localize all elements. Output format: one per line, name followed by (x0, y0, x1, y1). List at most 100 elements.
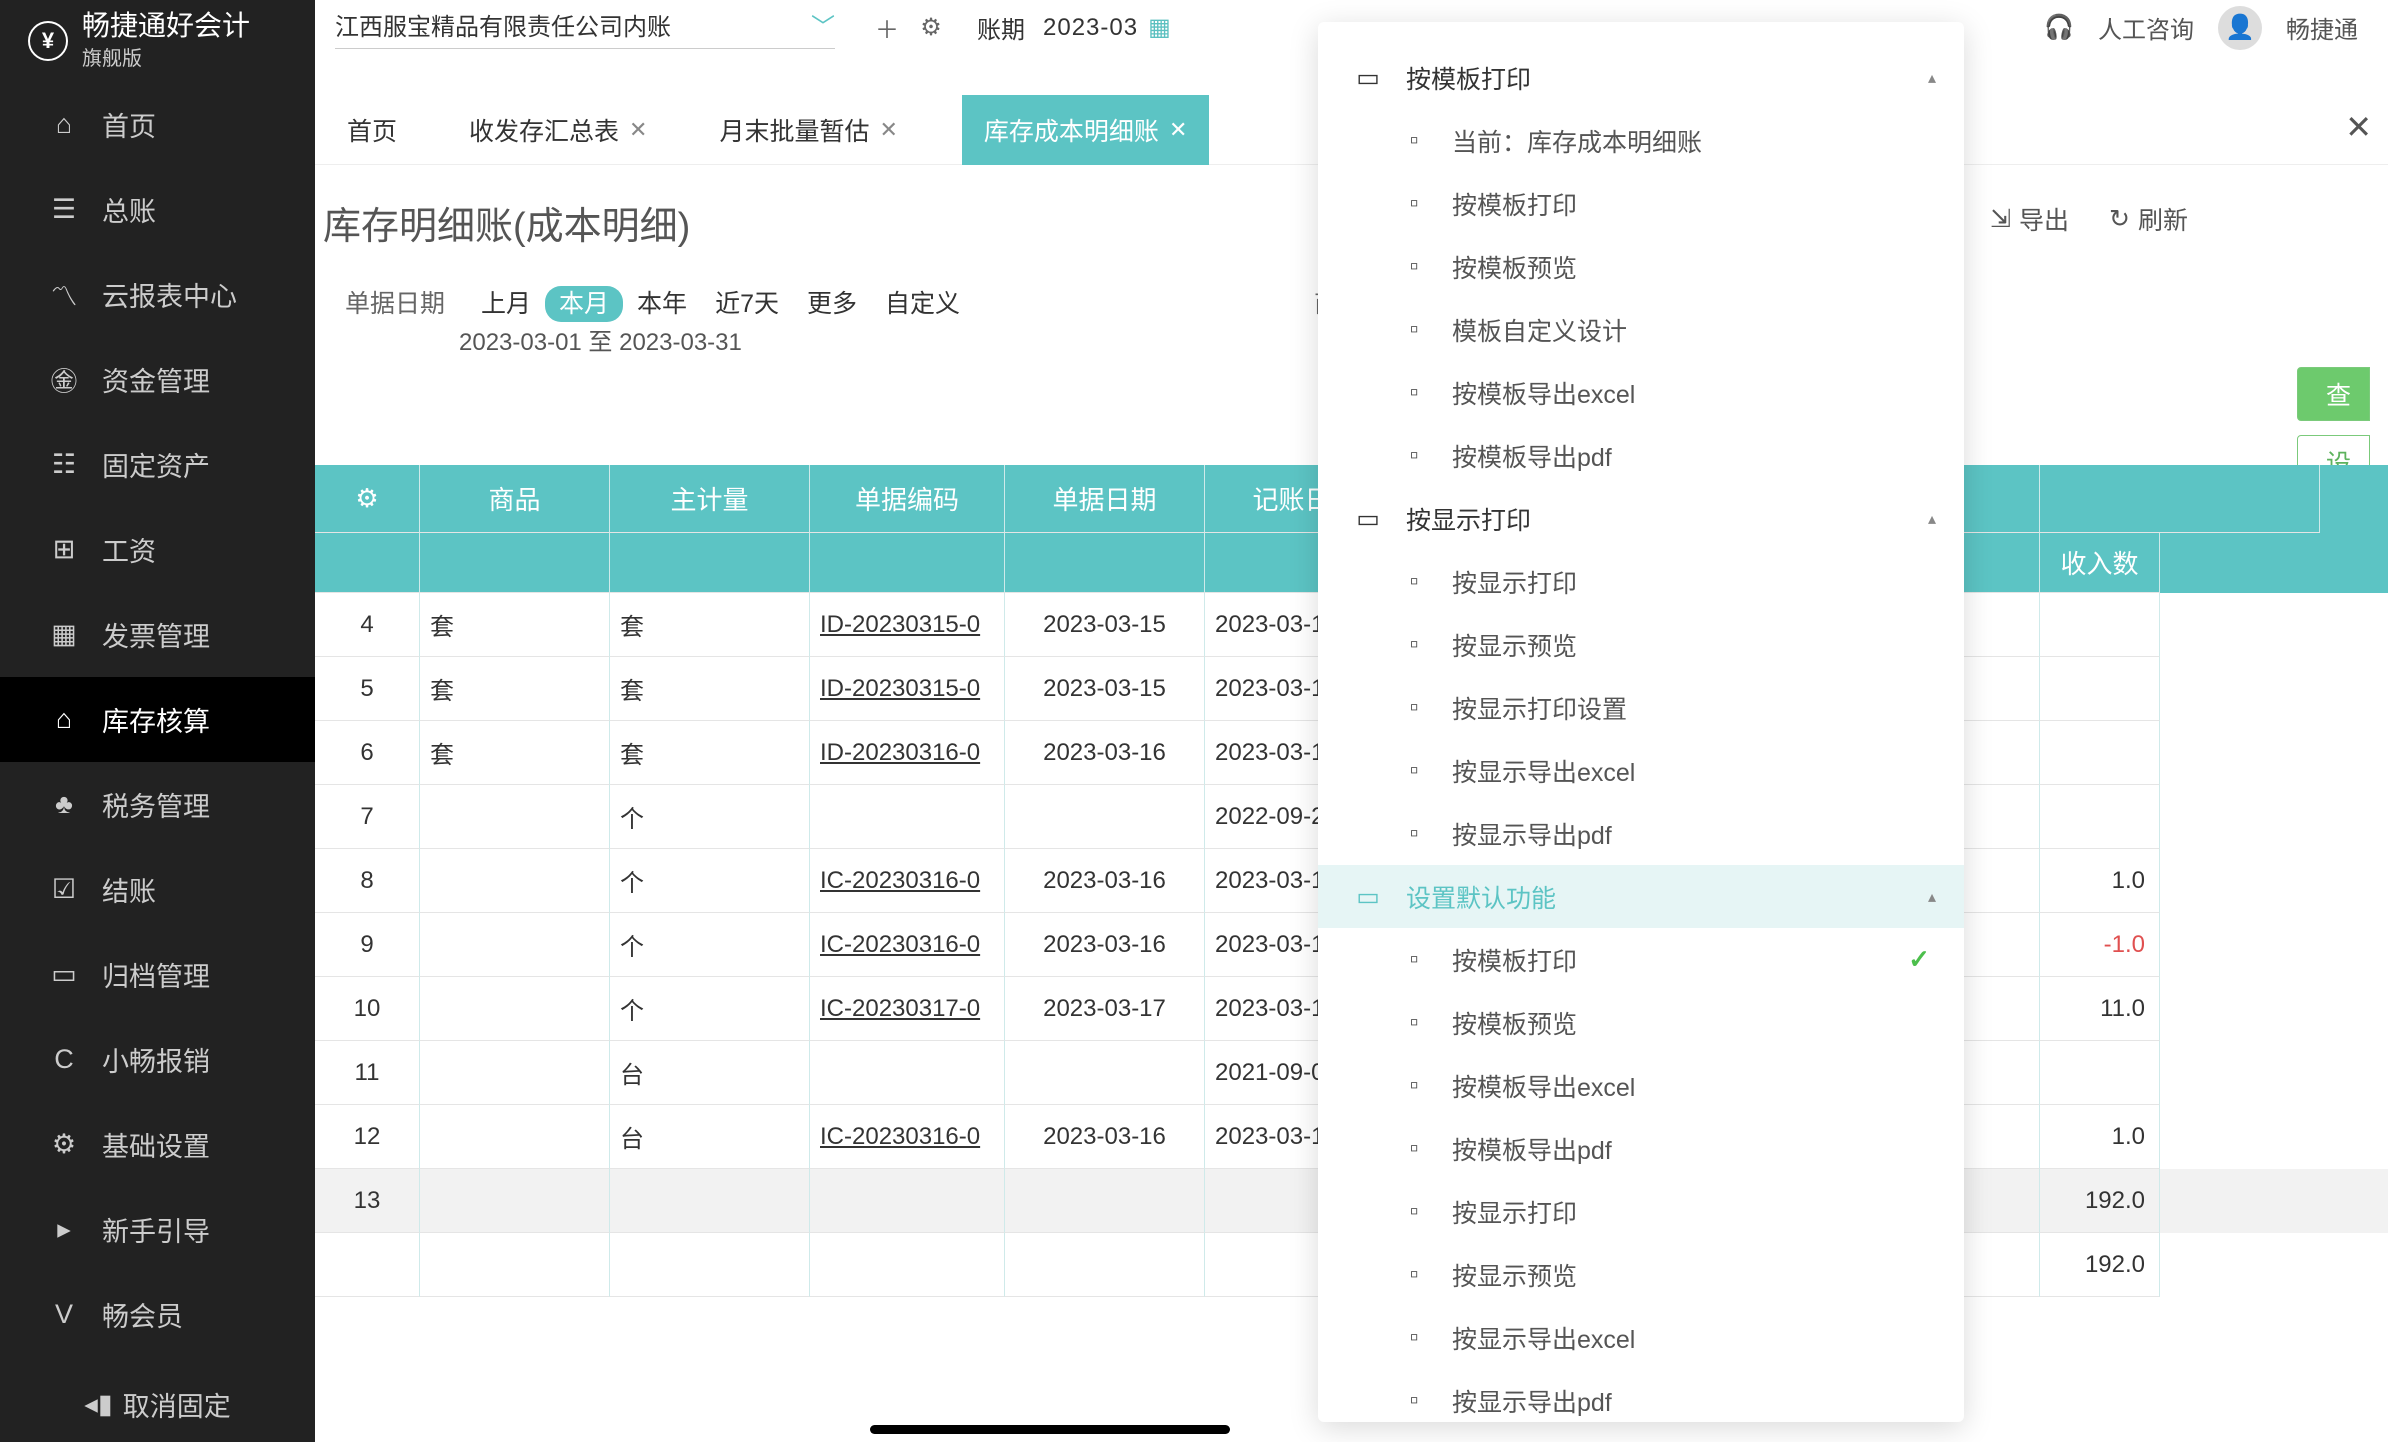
sidebar-item-10[interactable]: ▭归档管理 (0, 932, 315, 1017)
period-value[interactable]: 2023-03 (1043, 14, 1138, 42)
doc-link[interactable]: IC-20230316-0 (810, 849, 1005, 913)
sidebar-item-9[interactable]: ☑结账 (0, 847, 315, 932)
headset-icon: 🎧 (2044, 13, 2074, 42)
menu-item[interactable]: ▫按模板打印 (1318, 172, 1964, 235)
sidebar-item-11[interactable]: C小畅报销 (0, 1017, 315, 1102)
export-button[interactable]: ⇲导出 (1990, 201, 2069, 237)
range-更多[interactable]: 更多 (793, 286, 871, 322)
menu-item-icon: ▫ (1400, 253, 1428, 281)
menu-item-icon: ▫ (1400, 757, 1428, 785)
doc-link[interactable]: ID-20230315-0 (810, 593, 1005, 657)
consult-link[interactable]: 人工咨询 (2098, 10, 2194, 45)
tab-2[interactable]: 月末批量暂估✕ (711, 95, 905, 165)
nav-icon-8: ♣ (48, 789, 80, 821)
tab-close-icon[interactable]: ✕ (1169, 117, 1187, 143)
menu-item-icon: ▫ (1400, 1387, 1428, 1415)
menu-item[interactable]: ▫按显示预览 (1318, 1243, 1964, 1306)
table-settings-icon[interactable]: ⚙ (355, 483, 378, 514)
menu-item[interactable]: ▫按模板打印✓ (1318, 928, 1964, 991)
menu-item-icon: ▫ (1400, 1198, 1428, 1226)
tab-close-icon[interactable]: ✕ (629, 117, 647, 143)
brand-name: 畅捷通好会计 (82, 12, 250, 40)
sidebar-item-3[interactable]: ㊎资金管理 (0, 337, 315, 422)
th-docdate: 单据日期 (1005, 465, 1205, 533)
plus-icon[interactable]: ＋ (873, 14, 901, 42)
menu-item[interactable]: ▫按显示打印 (1318, 1180, 1964, 1243)
menu-item-icon: ▫ (1400, 568, 1428, 596)
nav-icon-0: ⌂ (48, 109, 80, 141)
query-button[interactable]: 查 (2297, 367, 2370, 421)
menu-item-icon: ▫ (1400, 820, 1428, 848)
menu-item-icon: ▫ (1400, 127, 1428, 155)
sidebar-item-1[interactable]: ☰总账 (0, 167, 315, 252)
menu-item-icon: ▫ (1400, 946, 1428, 974)
sidebar-item-6[interactable]: ▦发票管理 (0, 592, 315, 677)
section-icon: ▭ (1354, 64, 1382, 92)
company-select[interactable]: 江西服宝精品有限责任公司内账 ﹀ (335, 7, 835, 49)
nav-icon-2: 〽 (48, 279, 80, 311)
menu-item[interactable]: ▫模板自定义设计 (1318, 298, 1964, 361)
sidebar-item-7[interactable]: ⌂库存核算 (0, 677, 315, 762)
range-本年[interactable]: 本年 (623, 286, 701, 322)
nav-icon-12: ⚙ (48, 1129, 80, 1161)
range-本月[interactable]: 本月 (545, 286, 623, 322)
user-name[interactable]: 畅捷通 (2286, 10, 2358, 45)
menu-item[interactable]: ▫按显示预览 (1318, 613, 1964, 676)
menu-item[interactable]: ▫按显示打印设置 (1318, 676, 1964, 739)
menu-item[interactable]: ▫按模板预览 (1318, 235, 1964, 298)
menu-item[interactable]: ▫按模板导出excel (1318, 1054, 1964, 1117)
menu-item[interactable]: ▫按模板导出excel (1318, 361, 1964, 424)
refresh-icon: ↻ (2109, 204, 2130, 234)
menu-item-icon: ▫ (1400, 1324, 1428, 1352)
tab-close-icon[interactable]: ✕ (879, 117, 897, 143)
menu-item[interactable]: ▫按模板导出pdf (1318, 424, 1964, 487)
menu-item[interactable]: ▫按显示导出pdf (1318, 1369, 1964, 1432)
menu-section[interactable]: ▭按显示打印▴ (1318, 487, 1964, 550)
nav-icon-3: ㊎ (48, 364, 80, 396)
th-code: 单据编码 (810, 465, 1005, 533)
menu-item-icon: ▫ (1400, 694, 1428, 722)
sidebar-item-12[interactable]: ⚙基础设置 (0, 1102, 315, 1187)
doc-link[interactable]: IC-20230317-0 (810, 977, 1005, 1041)
tab-0[interactable]: 首页 (339, 95, 405, 165)
doc-link[interactable]: IC-20230316-0 (810, 1105, 1005, 1169)
doc-link[interactable]: ID-20230315-0 (810, 657, 1005, 721)
menu-section[interactable]: ▭设置默认功能▴ (1318, 865, 1964, 928)
sidebar-item-14[interactable]: V畅会员 (0, 1272, 315, 1357)
menu-section[interactable]: ▭按模板打印▴ (1318, 46, 1964, 109)
menu-item[interactable]: ▫按显示导出pdf (1318, 802, 1964, 865)
unpin-icon: ◂▮ (84, 1389, 112, 1420)
range-上月[interactable]: 上月 (467, 286, 545, 322)
menu-item[interactable]: ▫当前：库存成本明细账 (1318, 109, 1964, 172)
sidebar-item-8[interactable]: ♣税务管理 (0, 762, 315, 847)
avatar[interactable]: 👤 (2218, 6, 2262, 50)
doc-link[interactable]: ID-20230316-0 (810, 721, 1005, 785)
section-icon: ▭ (1354, 883, 1382, 911)
menu-item[interactable]: ▫按显示导出excel (1318, 739, 1964, 802)
sidebar-item-5[interactable]: ⊞工资 (0, 507, 315, 592)
tab-1[interactable]: 收发存汇总表✕ (461, 95, 655, 165)
nav-icon-6: ▦ (48, 619, 80, 651)
menu-item-icon: ▫ (1400, 316, 1428, 344)
sidebar-item-2[interactable]: 〽云报表中心 (0, 252, 315, 337)
menu-item[interactable]: ▫按模板导出pdf (1318, 1117, 1964, 1180)
tab-3[interactable]: 库存成本明细账✕ (962, 95, 1209, 165)
nav-icon-9: ☑ (48, 874, 80, 906)
menu-item[interactable]: ▫按显示打印 (1318, 550, 1964, 613)
menu-item[interactable]: ▫按显示导出excel (1318, 1306, 1964, 1369)
brand-edition: 旗舰版 (82, 42, 250, 71)
sidebar-item-13[interactable]: ▸新手引导 (0, 1187, 315, 1272)
range-近7天[interactable]: 近7天 (701, 286, 793, 322)
menu-item-icon: ▫ (1400, 1009, 1428, 1037)
sidebar-item-0[interactable]: ⌂首页 (0, 82, 315, 167)
menu-item[interactable]: ▫按模板预览 (1318, 991, 1964, 1054)
doc-link[interactable]: IC-20230316-0 (810, 913, 1005, 977)
range-自定义[interactable]: 自定义 (871, 286, 974, 322)
calendar-icon[interactable]: ▦ (1148, 13, 1171, 42)
refresh-button[interactable]: ↻刷新 (2109, 201, 2188, 237)
date-label: 单据日期 (345, 284, 445, 320)
gear-icon[interactable]: ⚙ (917, 14, 945, 42)
menu-item-icon: ▫ (1400, 190, 1428, 218)
sidebar-unpin[interactable]: ◂▮ 取消固定 (0, 1385, 315, 1424)
sidebar-item-4[interactable]: ☷固定资产 (0, 422, 315, 507)
